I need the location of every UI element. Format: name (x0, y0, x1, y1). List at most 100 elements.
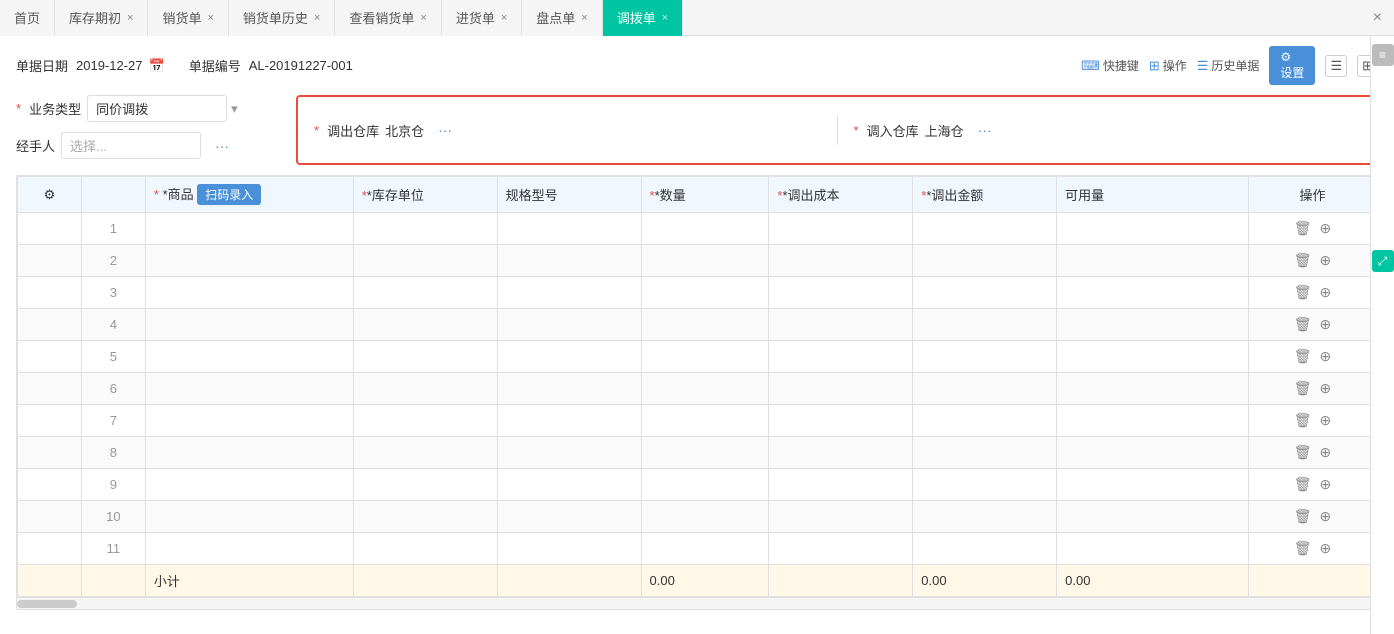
handler-ellipsis[interactable]: ··· (215, 138, 229, 154)
date-value: 2019-12-27 (76, 58, 143, 73)
data-table: ⚙ * *商品 扫码录入 **库存单位 规格型号 (16, 175, 1378, 610)
tab-close-sales-history[interactable]: × (314, 12, 320, 24)
tab-close-sales-order[interactable]: × (207, 12, 213, 24)
tab-sales-order[interactable]: 销货单 × (148, 0, 228, 36)
col-amount-header: **调出金额 (913, 177, 1057, 213)
transfer-out-field: * 调出仓库 北京仓 ··· (314, 121, 821, 140)
copy-row-10[interactable]: ⊕ (1318, 508, 1334, 525)
copy-row-11[interactable]: ⊕ (1318, 540, 1334, 557)
layout-toggle-btn[interactable]: ☰ (1325, 55, 1347, 77)
subtotal-row: 小计 0.00 0.00 0.00 (18, 565, 1377, 597)
delete-row-2[interactable]: 🗑 (1292, 252, 1314, 269)
subtotal-label: 小计 (154, 574, 180, 589)
sidebar-list-icon[interactable]: ≡ (1372, 44, 1394, 66)
delete-row-9[interactable]: 🗑 (1292, 476, 1314, 493)
business-type-label: 业务类型 (29, 99, 81, 118)
table-row: 11 🗑⊕ (18, 533, 1377, 565)
sidebar-expand-icon[interactable]: ⤢ (1372, 250, 1394, 272)
delete-row-7[interactable]: 🗑 (1292, 412, 1314, 429)
business-required-star: * (16, 101, 21, 116)
table-row: 5 🗑⊕ (18, 341, 1377, 373)
tab-inventory-init[interactable]: 库存期初 × (55, 0, 148, 36)
tab-close-inventory-init[interactable]: × (127, 12, 133, 24)
delete-row-8[interactable]: 🗑 (1292, 444, 1314, 461)
table-row: 4 🗑⊕ (18, 309, 1377, 341)
operations-btn[interactable]: ⊞ 操作 (1149, 57, 1187, 74)
table-row: 9 🗑⊕ (18, 469, 1377, 501)
copy-row-2[interactable]: ⊕ (1318, 252, 1334, 269)
horizontal-scrollbar[interactable] (17, 597, 1377, 609)
copy-row-5[interactable]: ⊕ (1318, 348, 1334, 365)
col-cost-header: **调出成本 (769, 177, 913, 213)
tab-close-view-sales[interactable]: × (420, 12, 426, 24)
col-unit-header: **库存单位 (353, 177, 497, 213)
history-btn[interactable]: ☰ 历史单据 (1197, 57, 1260, 74)
warehouse-form: * 调出仓库 北京仓 ··· * 调入仓库 上海仓 ··· (296, 95, 1378, 165)
tab-stocktake[interactable]: 盘点单 × (522, 0, 602, 36)
copy-row-8[interactable]: ⊕ (1318, 444, 1334, 461)
transfer-out-value[interactable]: 北京仓 (385, 121, 424, 140)
copy-row-9[interactable]: ⊕ (1318, 476, 1334, 493)
tab-purchase[interactable]: 进货单 × (442, 0, 522, 36)
table-row: 1 🗑 ⊕ (18, 213, 1377, 245)
business-type-value[interactable]: 同价调拨 (87, 95, 227, 122)
subtotal-cost: 0.00 (1057, 565, 1249, 597)
scan-button[interactable]: 扫码录入 (197, 184, 261, 205)
tab-view-sales[interactable]: 查看销货单 × (335, 0, 441, 36)
copy-row-1[interactable]: ⊕ (1318, 220, 1334, 237)
table-row: 8 🗑⊕ (18, 437, 1377, 469)
date-label: 单据日期 (16, 56, 68, 75)
number-label: 单据编号 (189, 56, 241, 75)
close-all-button[interactable]: × (1361, 0, 1394, 36)
shortcuts-btn[interactable]: ⌨ 快捷键 (1081, 57, 1139, 74)
tab-bar: 首页 库存期初 × 销货单 × 销货单历史 × 查看销货单 × 进货单 × 盘点… (0, 0, 1394, 36)
number-field: 单据编号 AL-20191227-001 (189, 56, 353, 75)
table-header-row: ⚙ * *商品 扫码录入 **库存单位 规格型号 (18, 177, 1377, 213)
transfer-out-label: 调出仓库 (327, 121, 379, 140)
left-form: * 业务类型 同价调拨 ▾ 经手人 选择... ··· (16, 95, 296, 159)
handler-label: 经手人 (16, 136, 55, 155)
delete-row-10[interactable]: 🗑 (1292, 508, 1314, 525)
right-sidebar: ≡ ⤢ (1370, 36, 1394, 634)
copy-row-4[interactable]: ⊕ (1318, 316, 1334, 333)
tab-close-transfer[interactable]: × (662, 12, 668, 24)
delete-row-1[interactable]: 🗑 (1292, 220, 1314, 237)
tab-close-stocktake[interactable]: × (581, 12, 587, 24)
col-action-header: 操作 (1249, 177, 1377, 213)
calendar-icon[interactable]: 📅 (149, 58, 165, 74)
delete-row-5[interactable]: 🗑 (1292, 348, 1314, 365)
transfer-in-label: 调入仓库 (867, 121, 919, 140)
col-spec-header: 规格型号 (497, 177, 641, 213)
gear-icon[interactable]: ⚙ (44, 187, 56, 202)
scroll-thumb[interactable] (17, 600, 77, 608)
header-right: ⌨ 快捷键 ⊞ 操作 ☰ 历史单据 ⚙ 设置 ☰ (1081, 46, 1378, 85)
transfer-in-value[interactable]: 上海仓 (925, 121, 964, 140)
col-available-header: 可用量 (1057, 177, 1249, 213)
copy-row-6[interactable]: ⊕ (1318, 380, 1334, 397)
transfer-out-ellipsis[interactable]: ··· (438, 122, 452, 138)
tab-sales-history[interactable]: 销货单历史 × (229, 0, 335, 36)
delete-row-6[interactable]: 🗑 (1292, 380, 1314, 397)
delete-row-11[interactable]: 🗑 (1292, 540, 1314, 557)
tab-transfer[interactable]: 调拨单 × (603, 0, 683, 36)
copy-row-7[interactable]: ⊕ (1318, 412, 1334, 429)
table-row: 10 🗑⊕ (18, 501, 1377, 533)
transfer-in-star: * (854, 123, 859, 138)
subtotal-amount: 0.00 (913, 565, 1057, 597)
copy-row-3[interactable]: ⊕ (1318, 284, 1334, 301)
col-qty-header: **数量 (641, 177, 769, 213)
col-gear-header[interactable]: ⚙ (18, 177, 82, 213)
business-type-dropdown-arrow[interactable]: ▾ (231, 101, 238, 117)
delete-row-4[interactable]: 🗑 (1292, 316, 1314, 333)
business-type-field: * 业务类型 同价调拨 ▾ (16, 95, 280, 122)
handler-field: 经手人 选择... ··· (16, 132, 280, 159)
transfer-in-ellipsis[interactable]: ··· (978, 122, 992, 138)
tab-close-purchase[interactable]: × (501, 12, 507, 24)
settings-button[interactable]: ⚙ 设置 (1269, 46, 1315, 85)
table-row: 3 🗑⊕ (18, 277, 1377, 309)
delete-row-3[interactable]: 🗑 (1292, 284, 1314, 301)
business-type-select-wrapper: 同价调拨 ▾ (87, 95, 238, 122)
handler-input[interactable]: 选择... (61, 132, 201, 159)
tab-home[interactable]: 首页 (0, 0, 55, 36)
form-section: * 业务类型 同价调拨 ▾ 经手人 选择... ··· (16, 95, 1378, 165)
